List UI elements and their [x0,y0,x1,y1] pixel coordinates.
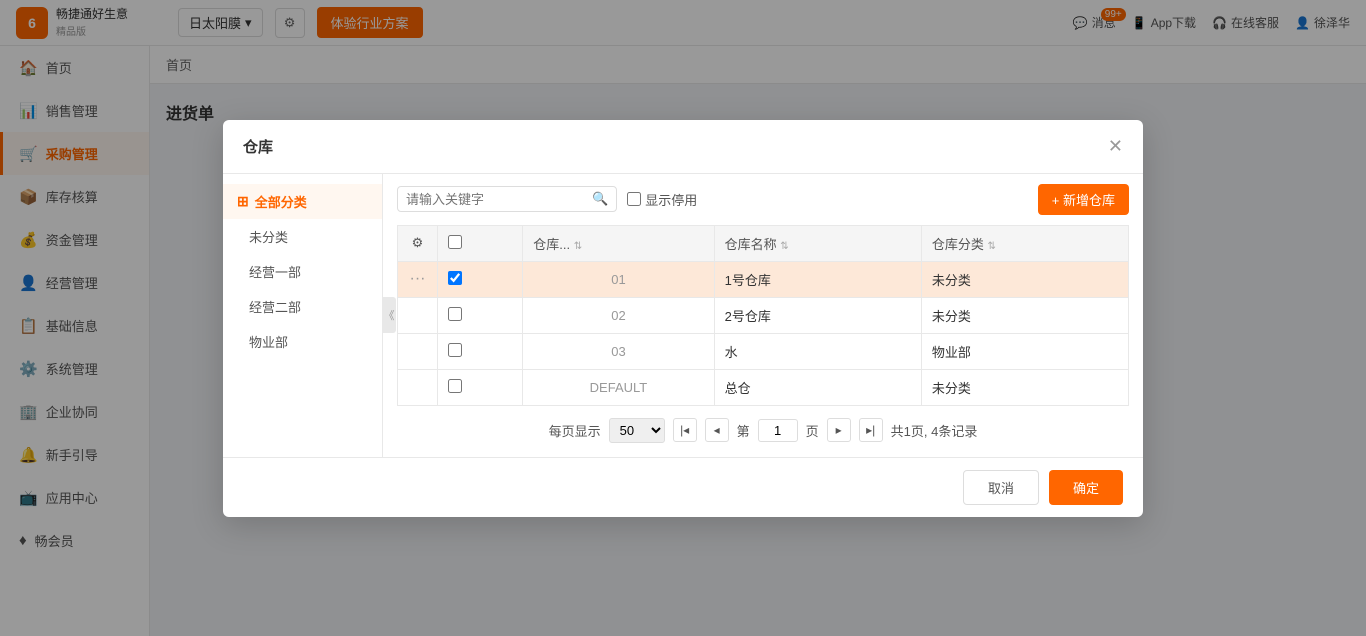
table-area: 🔍 显示停用 + 新增仓库 ⚙ [383,174,1143,457]
next-page-btn[interactable]: ▸ [827,418,851,442]
row-num: DEFAULT [523,369,714,405]
row-name: 2号仓库 [714,297,921,333]
row-checkbox-cell [438,261,523,297]
row-category: 未分类 [921,369,1128,405]
row-num: 01 [523,261,714,297]
row-num: 02 [523,297,714,333]
row-category: 物业部 [921,333,1128,369]
sort-code-icon: ⇅ [574,241,582,252]
row-action-cell [398,333,438,369]
modal-footer: 取消 确定 [223,457,1143,517]
row-checkbox-cell [438,297,523,333]
warehouse-table: ⚙ 仓库... ⇅ 仓库名称 ⇅ [397,225,1129,406]
row-name: 1号仓库 [714,261,921,297]
row-checkbox[interactable] [448,307,462,321]
warehouse-modal: 仓库 ✕ ⊞ 全部分类 未分类 经营一部 经营二部 [223,120,1143,517]
category-all-item[interactable]: ⊞ 全部分类 [223,184,382,219]
col-code: 仓库... ⇅ [523,225,714,261]
row-action-cell [398,297,438,333]
per-page-label: 每页显示 [549,421,601,440]
table-row[interactable]: 03 水 物业部 [398,333,1129,369]
modal-close-btn[interactable]: ✕ [1108,136,1123,157]
cancel-btn[interactable]: 取消 [963,470,1039,505]
add-warehouse-btn[interactable]: + 新增仓库 [1038,184,1129,215]
search-icon: 🔍 [592,191,608,207]
page-input[interactable] [758,419,798,442]
last-page-btn[interactable]: ▸| [859,418,883,442]
row-num: 03 [523,333,714,369]
modal-body: ⊞ 全部分类 未分类 经营一部 经营二部 物业部 《 [223,174,1143,457]
row-checkbox[interactable] [448,343,462,357]
modal-overlay: 仓库 ✕ ⊞ 全部分类 未分类 经营一部 经营二部 [0,0,1366,636]
row-category: 未分类 [921,297,1128,333]
category-all-label: 全部分类 [255,192,307,211]
col-category: 仓库分类 ⇅ [921,225,1128,261]
row-checkbox-cell [438,333,523,369]
search-box: 🔍 [397,186,617,212]
sort-name-icon: ⇅ [780,241,788,252]
col-settings: ⚙ [398,225,438,261]
table-row[interactable]: DEFAULT 总仓 未分类 [398,369,1129,405]
table-row[interactable]: ··· 01 1号仓库 未分类 [398,261,1129,297]
show-disabled-checkbox[interactable] [627,192,641,206]
more-icon[interactable]: ··· [410,270,426,287]
first-page-btn[interactable]: |◂ [673,418,697,442]
row-action-cell: ··· [398,261,438,297]
pagination: 每页显示 50 100 |◂ ◂ 第 页 ▸ ▸| 共1页, 4条记录 [397,406,1129,447]
row-checkbox[interactable] [448,379,462,393]
search-input[interactable] [406,192,586,207]
table-body: ··· 01 1号仓库 未分类 02 2号仓库 未分类 [398,261,1129,405]
per-page-select[interactable]: 50 100 [609,418,665,443]
select-all-checkbox[interactable] [448,235,462,249]
page-label: 第 [737,421,750,440]
total-info: 共1页, 4条记录 [891,421,978,440]
category-sidebar: ⊞ 全部分类 未分类 经营一部 经营二部 物业部 《 [223,174,383,457]
table-row[interactable]: 02 2号仓库 未分类 [398,297,1129,333]
category-item-dept2[interactable]: 经营二部 [223,289,382,324]
category-item-dept1[interactable]: 经营一部 [223,254,382,289]
confirm-btn[interactable]: 确定 [1049,470,1123,505]
col-name: 仓库名称 ⇅ [714,225,921,261]
sort-category-icon: ⇅ [987,241,995,252]
row-name: 总仓 [714,369,921,405]
row-checkbox-cell [438,369,523,405]
row-category: 未分类 [921,261,1128,297]
row-action-cell [398,369,438,405]
collapse-sidebar-btn[interactable]: 《 [382,297,396,333]
row-name: 水 [714,333,921,369]
page-unit: 页 [806,421,819,440]
category-item-property[interactable]: 物业部 [223,324,382,359]
modal-header: 仓库 ✕ [223,120,1143,174]
row-checkbox[interactable] [448,271,462,285]
table-toolbar: 🔍 显示停用 + 新增仓库 [397,184,1129,215]
table-container: ⚙ 仓库... ⇅ 仓库名称 ⇅ [397,225,1129,406]
col-checkbox [438,225,523,261]
show-disabled-label[interactable]: 显示停用 [627,190,697,209]
grid-icon: ⊞ [237,193,249,210]
table-head: ⚙ 仓库... ⇅ 仓库名称 ⇅ [398,225,1129,261]
category-item-unclassified[interactable]: 未分类 [223,219,382,254]
prev-page-btn[interactable]: ◂ [705,418,729,442]
modal-title: 仓库 [243,136,273,157]
